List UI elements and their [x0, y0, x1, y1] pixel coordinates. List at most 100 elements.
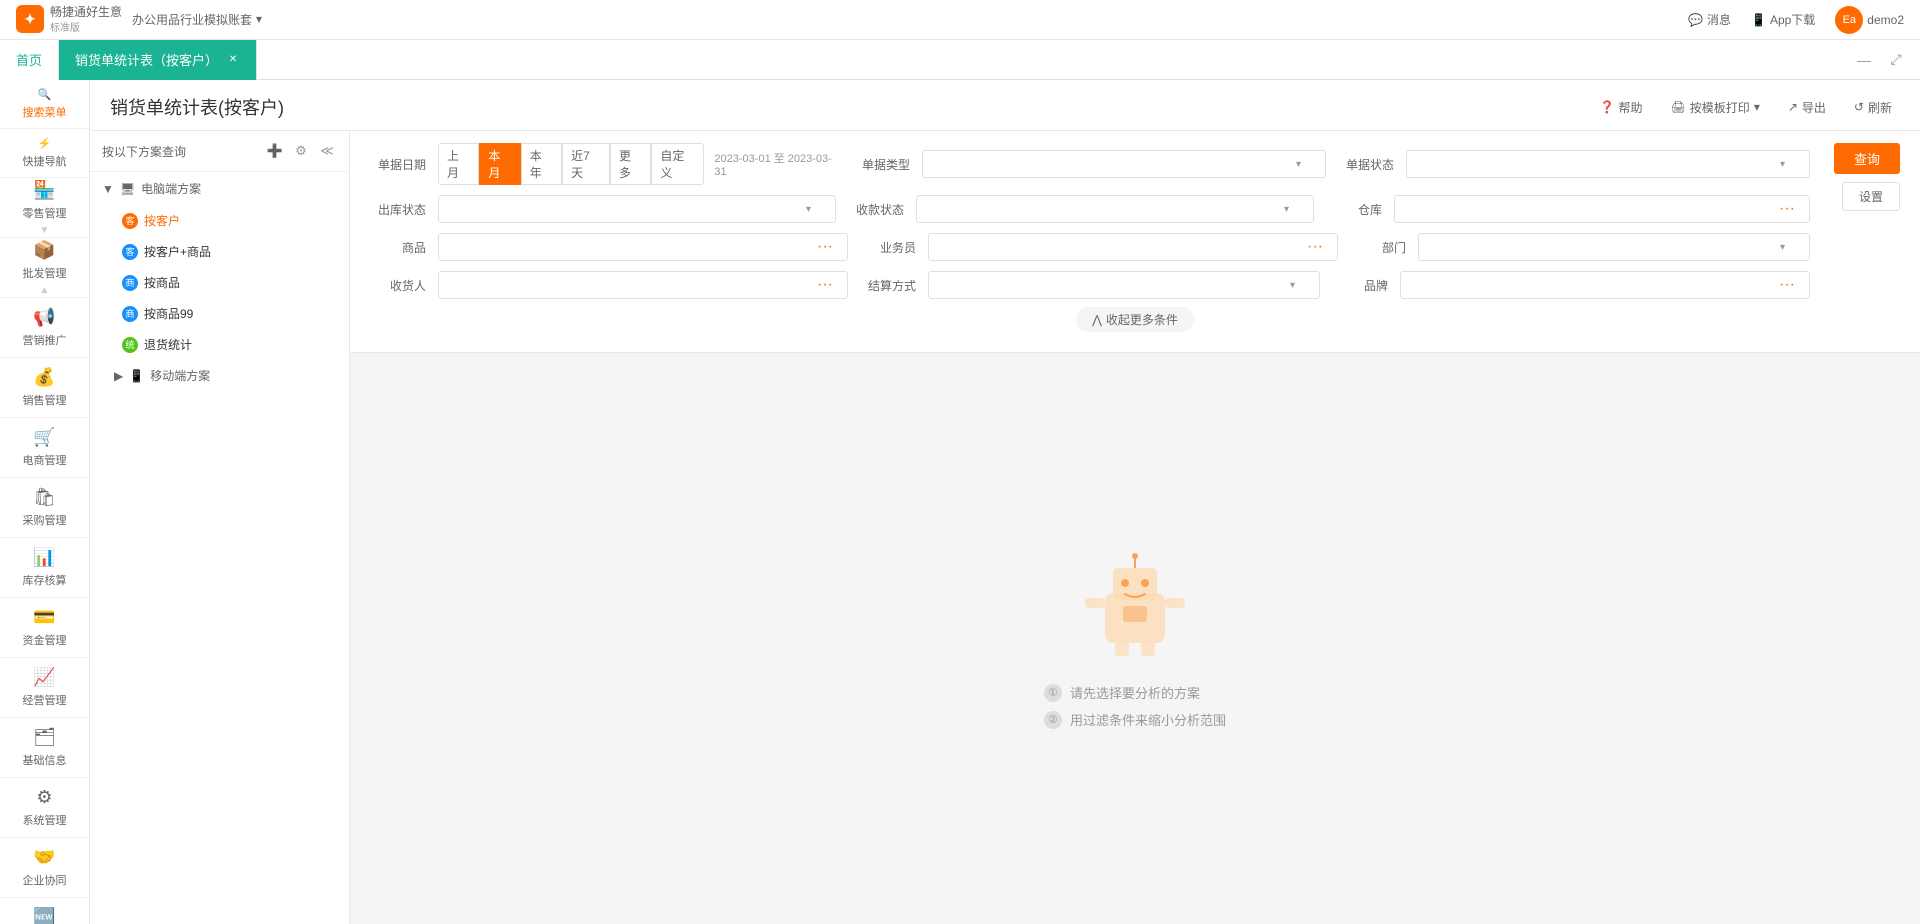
print-icon: 🖨 [1671, 100, 1686, 114]
message-button[interactable]: 💬 消息 [1688, 11, 1731, 28]
tab-close-icon[interactable]: ✕ [226, 53, 240, 67]
warehouse-dots-button[interactable]: ··· [1773, 201, 1801, 217]
logo-text: 畅捷通好生意 [50, 5, 122, 19]
scheme-panel: 按以下方案查询 ➕ ⚙ ≪ ▼ 🖥 电脑端方案 [90, 131, 350, 924]
scheme-add-button[interactable]: ➕ [265, 141, 285, 161]
doc-type-label: 单据类型 [854, 156, 910, 173]
tab-minimize-button[interactable]: — [1852, 48, 1876, 72]
sidebar-item-marketing[interactable]: 📢 营销推广 [0, 298, 89, 358]
scheme-item-icon-customer-goods: 客 [122, 244, 138, 260]
goods-dots-button[interactable]: ··· [811, 239, 839, 255]
dept-label: 部门 [1350, 239, 1406, 256]
scheme-item-icon-goods: 商 [122, 275, 138, 291]
scheme-collapse-icon[interactable]: ≪ [317, 141, 337, 161]
doc-status-label: 单据状态 [1338, 156, 1394, 173]
breadcrumb-text: 办公用品行业模拟账套 [132, 11, 252, 28]
brand-dots-button[interactable]: ··· [1773, 277, 1801, 293]
dept-select[interactable]: ▾ [1418, 233, 1810, 261]
scheme-item-by-goods99[interactable]: 商 按商品99 [90, 298, 349, 329]
sidebar-item-purchase[interactable]: 🛍 采购管理 [0, 478, 89, 538]
tab-home[interactable]: 首页 [0, 40, 59, 80]
date-tab-this-year[interactable]: 本年 [521, 143, 562, 185]
scheme-item-return-stats[interactable]: 统 退货统计 [90, 329, 349, 360]
tab-sales-stats[interactable]: 销货单统计表（按客户） ✕ [59, 40, 257, 80]
breadcrumb-arrow-icon: ▾ [256, 12, 262, 26]
sidebar-item-finance[interactable]: 💳 资金管理 [0, 598, 89, 658]
date-tab-this-month[interactable]: 本月 [479, 143, 520, 185]
sidebar-item-sales[interactable]: 💰 销售管理 [0, 358, 89, 418]
sidebar-item-system[interactable]: ⚙ 系统管理 [0, 778, 89, 838]
sidebar-item-inventory[interactable]: 📊 库存核算 [0, 538, 89, 598]
avatar: Ea [1835, 6, 1863, 34]
logo-icon: ✦ [16, 5, 44, 33]
date-tab-last-month[interactable]: 上月 [438, 143, 479, 185]
date-tabs: 上月 本月 本年 近7天 更多 自定义 [438, 143, 704, 185]
scheme-item-by-customer-goods[interactable]: 客 按客户+商品 [90, 236, 349, 267]
hint-num-2: ② [1044, 711, 1062, 729]
sidebar-item-operations[interactable]: 📈 经营管理 [0, 658, 89, 718]
outbound-label: 出库状态 [370, 201, 426, 218]
help-button[interactable]: ❓ 帮助 [1592, 95, 1651, 120]
collection-arrow-icon: ▾ [1284, 204, 1289, 215]
sidebar-item-shortcuts[interactable]: ⚡ 快捷导航 [0, 129, 89, 178]
scheme-group-mobile-arrow-icon: ▶ [114, 369, 123, 383]
scheme-item-by-goods[interactable]: 商 按商品 [90, 267, 349, 298]
hint-text-1: 请先选择要分析的方案 [1070, 683, 1200, 702]
outbound-select[interactable]: ▾ [438, 195, 836, 223]
breadcrumb: 办公用品行业模拟账套 ▾ [132, 11, 262, 28]
consignee-dots-button[interactable]: ··· [811, 277, 839, 293]
logo-sub: 标准版 [50, 19, 122, 34]
basic-icon: 🗂 [33, 727, 56, 748]
scheme-item-icon-goods99: 商 [122, 306, 138, 322]
retail-icon: 🏪 [33, 180, 55, 201]
wholesale-icon: 📦 [33, 240, 55, 261]
settings-button[interactable]: 设置 [1842, 182, 1900, 211]
template-print-button[interactable]: 🖨 按模板打印 ▾ [1663, 95, 1768, 120]
sidebar-item-wholesale[interactable]: 📦 批发管理 ▲ [0, 238, 89, 298]
query-button[interactable]: 查询 [1834, 143, 1900, 174]
message-icon: 💬 [1688, 13, 1703, 27]
system-icon: ⚙ [36, 787, 52, 808]
sidebar-item-search[interactable]: 🔍 搜索菜单 [0, 80, 89, 129]
sidebar-item-basic[interactable]: 🗂 基础信息 [0, 718, 89, 778]
tab-maximize-button[interactable]: ⤢ [1884, 48, 1908, 72]
sidebar-item-retail[interactable]: 🏪 零售管理 ▼ [0, 178, 89, 238]
settlement-label: 结算方式 [860, 277, 916, 294]
settlement-select[interactable]: ▾ [928, 271, 1320, 299]
outbound-arrow-icon: ▾ [806, 204, 811, 215]
salesman-dots-button[interactable]: ··· [1301, 239, 1329, 255]
date-range-text: 2023-03-01 至 2023-03-31 [714, 150, 842, 178]
user-menu[interactable]: Ea demo2 [1835, 6, 1904, 34]
date-tab-more[interactable]: 更多 [610, 143, 651, 185]
scheme-settings-icon[interactable]: ⚙ [291, 141, 311, 161]
sidebar-item-ecommerce[interactable]: 🛒 电商管理 [0, 418, 89, 478]
scheme-item-icon-customer: 客 [122, 213, 138, 229]
scheme-group-folder-icon: 🖥 [120, 182, 135, 196]
export-button[interactable]: ↗ 导出 [1780, 95, 1834, 120]
sidebar-item-enterprise[interactable]: 🤝 企业协同 [0, 838, 89, 898]
empty-hints: ① 请先选择要分析的方案 ② 用过滤条件来缩小分析范围 [1044, 683, 1226, 729]
collapse-button[interactable]: ⋀ 收起更多条件 [1076, 307, 1194, 332]
warehouse-label: 仓库 [1326, 201, 1382, 218]
wholesale-arrow-icon: ▲ [40, 285, 50, 296]
doc-status-select[interactable]: ▾ [1406, 150, 1810, 178]
enterprise-icon: 🤝 [33, 847, 55, 868]
retail-arrow-icon: ▼ [40, 225, 50, 236]
app-download-button[interactable]: 📱 App下载 [1751, 11, 1815, 28]
brand-label: 品牌 [1332, 277, 1388, 294]
export-icon: ↗ [1788, 100, 1798, 114]
scheme-group-mobile-icon: 📱 [129, 369, 144, 383]
date-tab-7days[interactable]: 近7天 [562, 143, 610, 185]
hint-num-1: ① [1044, 684, 1062, 702]
collection-select[interactable]: ▾ [916, 195, 1314, 223]
scheme-item-by-customer[interactable]: 客 按客户 [90, 205, 349, 236]
refresh-button[interactable]: ↺ 刷新 [1846, 95, 1900, 120]
scheme-group-desktop[interactable]: ▼ 🖥 电脑端方案 [90, 172, 349, 205]
scheme-group-mobile[interactable]: ▶ 📱 移动端方案 [90, 360, 349, 391]
date-tab-custom[interactable]: 自定义 [651, 143, 704, 185]
doc-type-select[interactable]: ▾ [922, 150, 1326, 178]
sidebar-item-newuser[interactable]: 🆕 新手引导 [0, 898, 89, 924]
marketing-icon: 📢 [33, 307, 55, 328]
ecommerce-icon: 🛒 [33, 427, 55, 448]
settlement-arrow-icon: ▾ [1290, 280, 1295, 291]
